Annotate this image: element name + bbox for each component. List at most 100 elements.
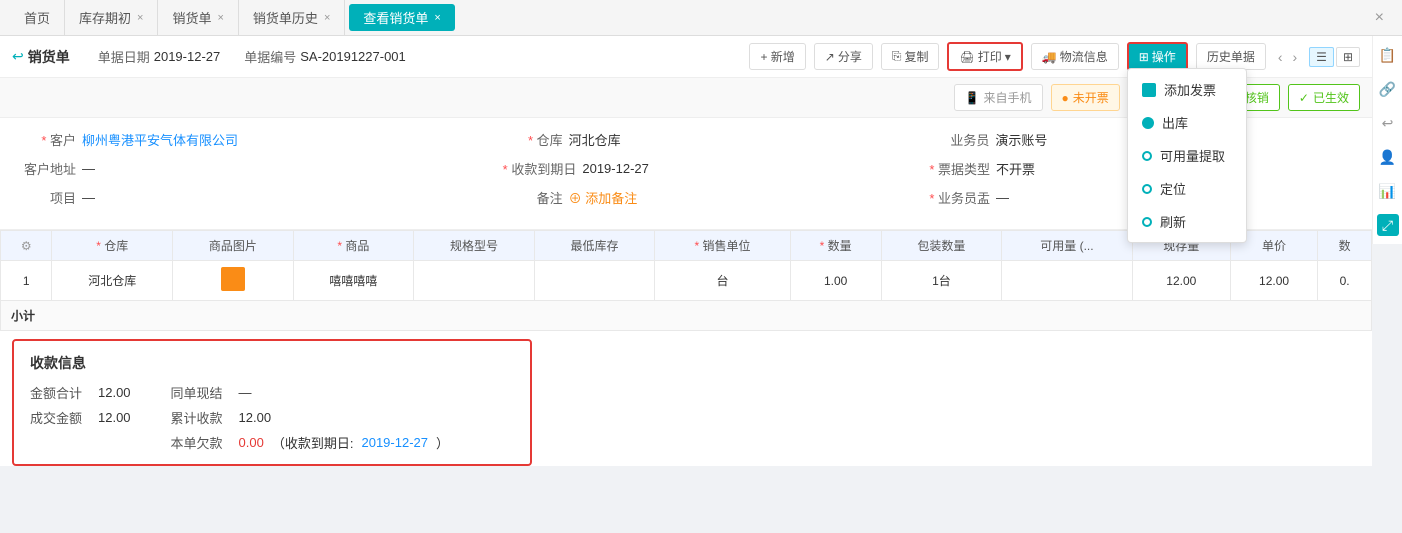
payment-col-right: 同单现结 — 累计收款 12.00 本单欠款 0.00 （收款到期日: 2019… <box>171 383 449 452</box>
payment-rows: 金额合计 12.00 成交金额 12.00 同单现结 — 累计收款 <box>30 383 514 452</box>
effective-icon: ✓ <box>1299 91 1309 105</box>
tab-home[interactable]: 首页 <box>10 0 65 35</box>
same-order-row: 同单现结 — <box>171 383 449 402</box>
cell-product: 嘻嘻嘻嘻 <box>293 261 414 301</box>
add-invoice-icon <box>1142 83 1156 97</box>
new-button[interactable]: + 新增 <box>749 43 805 70</box>
print-button[interactable]: 🖨 打印 ▾ <box>947 42 1022 71</box>
col-settings[interactable]: ⚙ <box>1 231 52 261</box>
arrears-note-end: ） <box>436 433 449 452</box>
cell-seq: 1 <box>1 261 52 301</box>
tab-sales-history-close[interactable]: × <box>324 12 330 24</box>
tab-inventory[interactable]: 库存期初 × <box>65 0 158 35</box>
bizstaff-label: 业务员盂 <box>929 188 990 207</box>
tab-sales-close[interactable]: × <box>217 12 223 24</box>
bizstaff-value: — <box>996 190 1009 205</box>
customer-value[interactable]: 柳州粤港平安气体有限公司 <box>82 130 238 149</box>
col-quantity: 数量 <box>790 231 881 261</box>
cell-warehouse: 河北仓库 <box>52 261 173 301</box>
project-value: — <box>82 190 95 205</box>
not-open-btn[interactable]: ● 未开票 <box>1051 84 1120 111</box>
prev-arrow[interactable]: ‹ <box>1274 47 1287 67</box>
tab-inventory-close[interactable]: × <box>137 12 143 24</box>
cell-available <box>1002 261 1132 301</box>
paydate-value: 2019-12-27 <box>582 161 649 176</box>
arrears-label: 本单欠款 <box>171 433 231 452</box>
ops-button[interactable]: ⊞ 操作 <box>1127 42 1188 71</box>
sidebar-icon-4[interactable]: 👤 <box>1377 146 1399 168</box>
copy-icon: ⎘ <box>892 49 902 64</box>
payment-col-left: 金额合计 12.00 成交金额 12.00 <box>30 383 131 452</box>
tab-view-sales-close[interactable]: × <box>434 12 440 24</box>
print-icon: 🖨 <box>959 50 974 64</box>
payment-title: 收款信息 <box>30 353 514 373</box>
sidebar-icon-2[interactable]: 🔗 <box>1377 78 1399 100</box>
col-sales-unit: 销售单位 <box>655 231 790 261</box>
print-dropdown-arrow: ▾ <box>1005 50 1011 64</box>
cell-product-img <box>173 261 294 301</box>
warehouse-value: 河北仓库 <box>569 130 621 149</box>
share-icon: ↗ <box>825 50 835 64</box>
from-phone-btn[interactable]: 📱 来自手机 <box>954 84 1043 111</box>
logistics-button[interactable]: 🚚 物流信息 <box>1031 43 1119 70</box>
col-warehouse: 仓库 <box>52 231 173 261</box>
form-title-icon: ↩ <box>12 48 24 65</box>
cumulative-value: 12.00 <box>239 410 272 425</box>
cumulative-label: 累计收款 <box>171 408 231 427</box>
locate-icon <box>1142 184 1152 194</box>
dropdown-refresh[interactable]: 刷新 <box>1128 205 1246 238</box>
col-amount: 数 <box>1318 231 1372 261</box>
staff-label: 业务员 <box>929 130 989 149</box>
dropdown-locate[interactable]: 定位 <box>1128 172 1246 205</box>
available-qty-icon <box>1142 151 1152 161</box>
sidebar-icon-3[interactable]: ↩ <box>1377 112 1399 134</box>
tickettype-value: 不开票 <box>996 159 1035 178</box>
share-button[interactable]: ↗ 分享 <box>814 43 873 70</box>
list-view-btn[interactable]: ☰ <box>1309 47 1334 67</box>
tab-view-sales[interactable]: 查看销货单 × <box>349 4 454 31</box>
right-sidebar: 📋 🔗 ↩ 👤 📊 ⤢ <box>1372 36 1402 244</box>
table-row: 1 河北仓库 嘻嘻嘻嘻 台 1.00 1台 12.00 12.00 <box>1 261 1372 301</box>
paydate-label: 收款到期日 <box>503 159 577 178</box>
cell-current: 12.00 <box>1132 261 1230 301</box>
cell-min-stock <box>534 261 655 301</box>
tab-sales-history[interactable]: 销货单历史 × <box>239 0 345 35</box>
dropdown-add-invoice[interactable]: 添加发票 <box>1128 73 1246 106</box>
col-product-img: 商品图片 <box>173 231 294 261</box>
transaction-amount-label: 成交金额 <box>30 408 90 427</box>
history-button[interactable]: 历史单据 <box>1196 43 1266 70</box>
form-title: 销货单 <box>28 47 70 67</box>
add-remark-btn[interactable]: ⊕ 添加备注 <box>569 188 638 207</box>
next-arrow[interactable]: › <box>1289 47 1302 67</box>
sidebar-icon-1[interactable]: 📋 <box>1377 44 1399 66</box>
copy-button[interactable]: ⎘ 复制 <box>881 43 940 70</box>
form-meta-date: 单据日期 2019-12-27 <box>90 47 221 66</box>
sidebar-icon-5[interactable]: 📊 <box>1377 180 1399 202</box>
tickettype-label: 票据类型 <box>929 159 990 178</box>
dropdown-outbound[interactable]: 出库 <box>1128 106 1246 139</box>
payment-info: 收款信息 金额合计 12.00 成交金额 12.00 同单现结 — <box>12 339 532 466</box>
refresh-icon <box>1142 217 1152 227</box>
col-available: 可用量 (... <box>1002 231 1132 261</box>
same-order-label: 同单现结 <box>171 383 231 402</box>
settings-icon[interactable]: ⚙ <box>21 239 32 253</box>
view-toggle: ☰ ⊞ <box>1309 47 1360 67</box>
total-amount-value: 12.00 <box>98 385 131 400</box>
warehouse-label: 仓库 <box>503 130 563 149</box>
grid-view-btn[interactable]: ⊞ <box>1336 47 1360 67</box>
effective-btn[interactable]: ✓ 已生效 <box>1288 84 1360 111</box>
sidebar-icon-expand[interactable]: ⤢ <box>1377 214 1399 236</box>
ticket-icon: ● <box>1062 91 1069 105</box>
customer-label: 客户 <box>16 130 76 149</box>
cell-spec <box>414 261 535 301</box>
dropdown-available-qty[interactable]: 可用量提取 <box>1128 139 1246 172</box>
subtotal-row: 小计 <box>1 301 1372 331</box>
tab-bar-close-button[interactable]: × <box>1367 9 1392 27</box>
address-value: — <box>82 161 95 176</box>
tab-sales[interactable]: 销货单 × <box>158 0 238 35</box>
product-image <box>221 267 245 291</box>
total-amount-row: 金额合计 12.00 <box>30 383 131 402</box>
staff-value: 演示账号 <box>995 130 1047 149</box>
meta-num-label: 单据编号 <box>236 47 296 66</box>
subtotal-label: 小计 <box>1 301 1372 331</box>
